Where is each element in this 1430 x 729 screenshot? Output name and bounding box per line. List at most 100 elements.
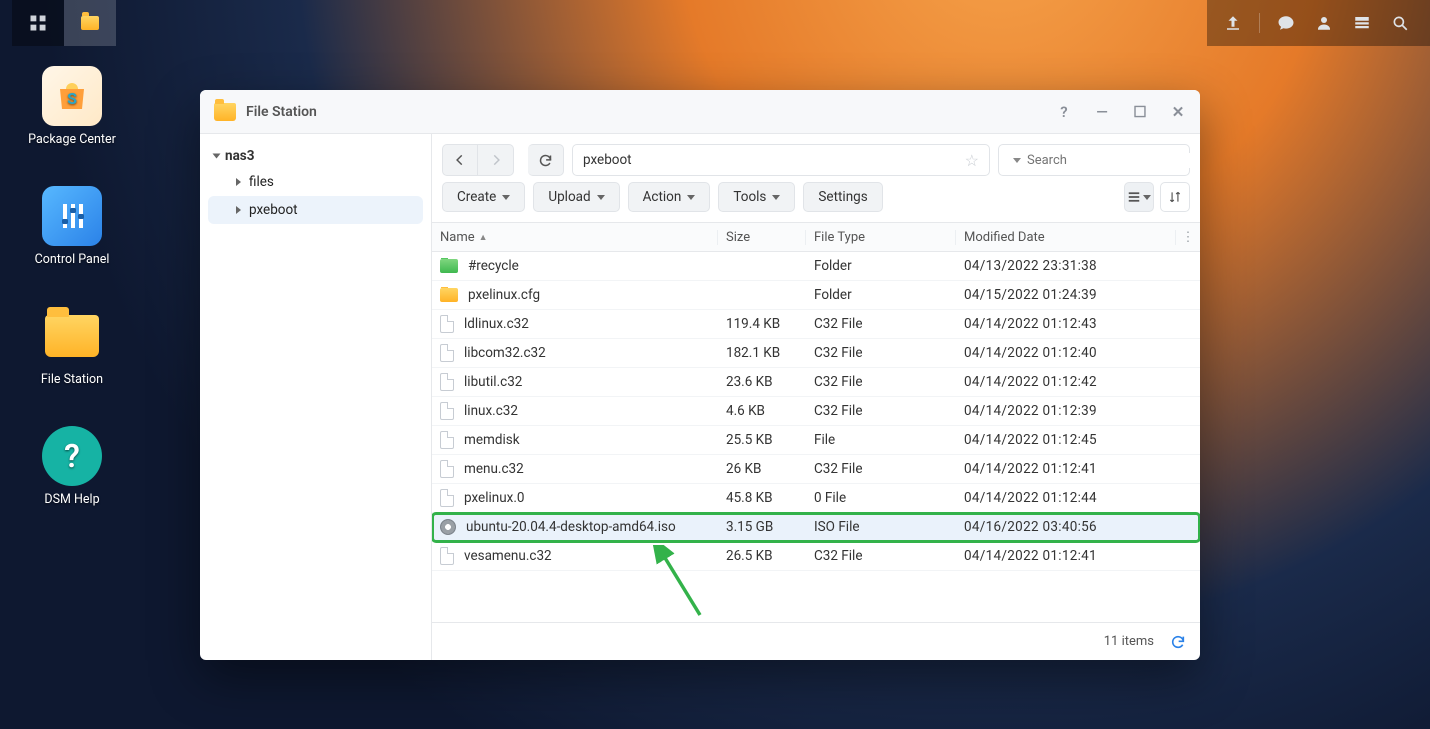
folder-icon xyxy=(81,16,99,30)
search-icon[interactable] xyxy=(1388,11,1412,35)
file-rows: #recycleFolder04/13/2022 23:31:38pxelinu… xyxy=(432,252,1200,622)
table-row[interactable]: linux.c324.6 KBC32 File04/14/2022 01:12:… xyxy=(432,397,1200,426)
svg-text:S: S xyxy=(67,89,77,108)
item-count: 11 items xyxy=(1104,634,1154,649)
cell-size: 4.6 KB xyxy=(718,403,806,419)
action-button[interactable]: Action xyxy=(628,182,711,212)
upload-icon[interactable] xyxy=(1221,11,1245,35)
search-input[interactable] xyxy=(1027,153,1193,168)
star-icon[interactable]: ☆ xyxy=(965,151,979,170)
sidebar-item-label: files xyxy=(249,174,274,190)
cell-size: 26 KB xyxy=(718,461,806,477)
search-box[interactable] xyxy=(998,144,1190,176)
table-row[interactable]: menu.c3226 KBC32 File04/14/2022 01:12:41 xyxy=(432,455,1200,484)
chat-icon[interactable] xyxy=(1274,11,1298,35)
file-icon xyxy=(440,373,454,391)
nav-toolbar: pxeboot ☆ xyxy=(432,134,1200,182)
button-label: Upload xyxy=(548,189,590,205)
package-center-tile: S xyxy=(42,66,102,126)
upload-button[interactable]: Upload xyxy=(533,182,619,212)
file-icon xyxy=(440,489,454,507)
cell-name: pxelinux.cfg xyxy=(432,287,718,303)
cell-name: libutil.c32 xyxy=(432,373,718,391)
cell-date: 04/13/2022 23:31:38 xyxy=(956,258,1176,274)
col-header-size[interactable]: Size xyxy=(718,230,806,245)
cell-type: 0 File xyxy=(806,490,956,506)
col-header-menu[interactable]: ⋮ xyxy=(1176,230,1200,245)
desktop-icon-label: DSM Help xyxy=(24,492,120,507)
col-header-date[interactable]: Modified Date xyxy=(956,230,1176,245)
table-row[interactable]: pxelinux.045.8 KB0 File04/14/2022 01:12:… xyxy=(432,484,1200,513)
file-name: linux.c32 xyxy=(464,403,518,419)
tree-root[interactable]: nas3 xyxy=(208,144,423,168)
nav-back-button[interactable] xyxy=(442,144,478,176)
chevron-down-icon xyxy=(502,195,510,200)
folder-icon xyxy=(214,103,236,121)
desktop-icon-package-center[interactable]: S Package Center xyxy=(24,66,120,147)
button-label: Action xyxy=(643,189,682,205)
table-row[interactable]: #recycleFolder04/13/2022 23:31:38 xyxy=(432,252,1200,281)
desktop-icon-control-panel[interactable]: Control Panel xyxy=(24,186,120,267)
taskbar-apps-button[interactable] xyxy=(12,0,64,46)
table-row[interactable]: pxelinux.cfgFolder04/15/2022 01:24:39 xyxy=(432,281,1200,310)
maximize-button[interactable]: ☐ xyxy=(1132,103,1148,121)
table-row[interactable]: ldlinux.c32119.4 KBC32 File04/14/2022 01… xyxy=(432,310,1200,339)
cell-type: ISO File xyxy=(806,519,956,535)
cell-date: 04/14/2022 01:12:43 xyxy=(956,316,1176,332)
path-text: pxeboot xyxy=(583,152,632,168)
titlebar[interactable]: File Station ? — ☐ ✕ xyxy=(200,90,1200,134)
nav-forward-button[interactable] xyxy=(478,144,514,176)
button-label: Tools xyxy=(733,189,766,205)
bag-icon: S xyxy=(54,78,90,114)
control-panel-tile xyxy=(42,186,102,246)
settings-button[interactable]: Settings xyxy=(803,182,882,212)
file-name: menu.c32 xyxy=(464,461,524,477)
taskbar-left xyxy=(0,0,116,46)
question-icon: ? xyxy=(64,437,80,475)
refresh-icon xyxy=(1170,634,1186,650)
list-icon xyxy=(1127,190,1141,204)
file-station-window: File Station ? — ☐ ✕ nas3 files pxeboot xyxy=(200,90,1200,660)
table-row[interactable]: libcom32.c32182.1 KBC32 File04/14/2022 0… xyxy=(432,339,1200,368)
desktop-icon-file-station[interactable]: File Station xyxy=(24,306,120,387)
sort-button[interactable] xyxy=(1160,182,1190,212)
sidebar-item-files[interactable]: files xyxy=(208,168,423,196)
help-tile: ? xyxy=(42,426,102,486)
cell-type: C32 File xyxy=(806,461,956,477)
sidebar: nas3 files pxeboot xyxy=(200,134,432,660)
status-refresh-button[interactable] xyxy=(1170,634,1186,650)
file-icon xyxy=(440,344,454,362)
help-button[interactable]: ? xyxy=(1056,103,1072,121)
cell-date: 04/14/2022 01:12:42 xyxy=(956,374,1176,390)
taskbar-filestation-button[interactable] xyxy=(64,0,116,46)
file-icon xyxy=(440,431,454,449)
file-icon xyxy=(440,460,454,478)
file-name: pxelinux.0 xyxy=(464,490,525,506)
tools-button[interactable]: Tools xyxy=(718,182,795,212)
recycle-folder-icon xyxy=(440,259,458,273)
refresh-button[interactable] xyxy=(528,144,564,176)
desktop-icon-label: Control Panel xyxy=(24,252,120,267)
sidebar-item-pxeboot[interactable]: pxeboot xyxy=(208,196,423,224)
table-row[interactable]: libutil.c3223.6 KBC32 File04/14/2022 01:… xyxy=(432,368,1200,397)
user-icon[interactable] xyxy=(1312,11,1336,35)
close-button[interactable]: ✕ xyxy=(1170,103,1186,121)
action-toolbar: Create Upload Action Tools Settings xyxy=(432,182,1200,222)
table-row[interactable]: memdisk25.5 KBFile04/14/2022 01:12:45 xyxy=(432,426,1200,455)
create-button[interactable]: Create xyxy=(442,182,525,212)
list-view-button[interactable] xyxy=(1124,182,1154,212)
cell-type: C32 File xyxy=(806,345,956,361)
file-icon xyxy=(440,547,454,565)
cell-date: 04/16/2022 03:40:56 xyxy=(956,519,1176,535)
widgets-icon[interactable] xyxy=(1350,11,1374,35)
table-row[interactable]: vesamenu.c3226.5 KBC32 File04/14/2022 01… xyxy=(432,542,1200,571)
col-header-name[interactable]: Name▲ xyxy=(432,230,718,245)
column-header: Name▲ Size File Type Modified Date ⋮ xyxy=(432,222,1200,252)
path-input[interactable]: pxeboot ☆ xyxy=(572,144,990,176)
desktop-icon-dsm-help[interactable]: ? DSM Help xyxy=(24,426,120,507)
table-row[interactable]: ubuntu-20.04.4-desktop-amd64.iso3.15 GBI… xyxy=(432,513,1200,542)
minimize-button[interactable]: — xyxy=(1094,103,1110,121)
col-header-type[interactable]: File Type xyxy=(806,230,956,245)
sort-asc-icon: ▲ xyxy=(479,232,488,243)
button-label: Settings xyxy=(818,189,867,205)
